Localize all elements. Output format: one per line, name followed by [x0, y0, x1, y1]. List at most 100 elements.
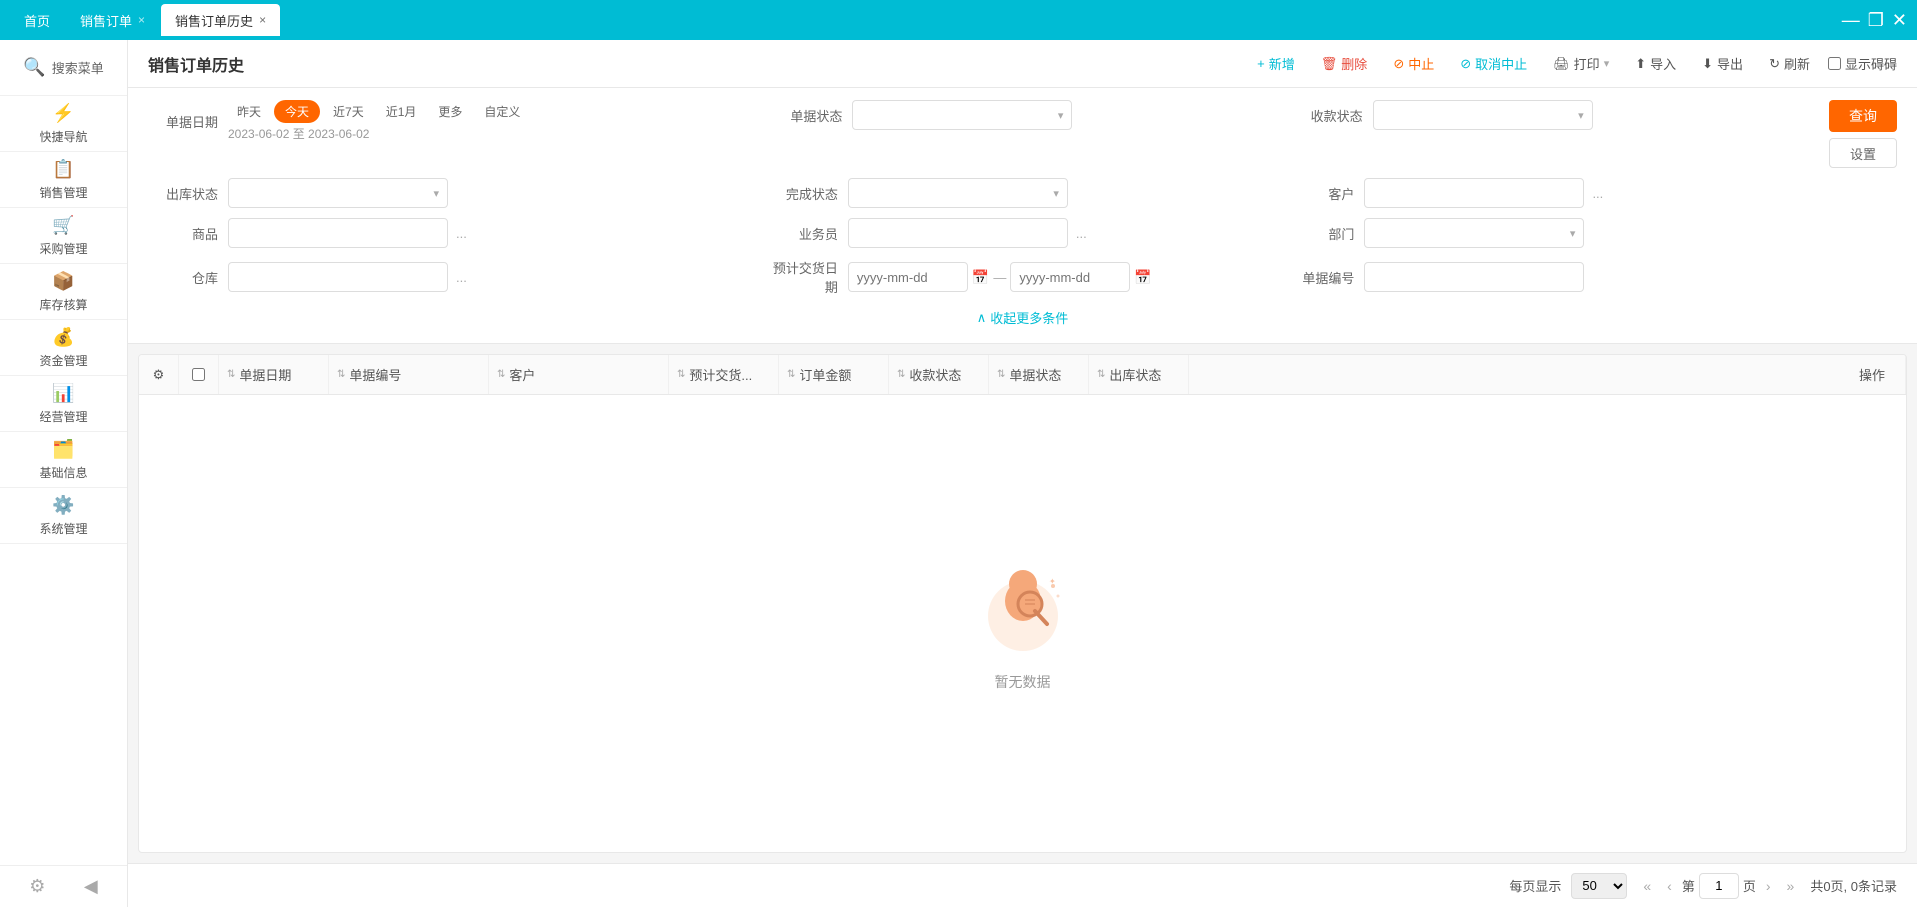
delete-button[interactable]: 🗑 删除 — [1313, 50, 1376, 77]
th-sort-order-icon[interactable]: ⇅ — [337, 369, 345, 380]
date-range-buttons: 昨天 今天 近7天 近1月 更多 自定义 — [228, 100, 529, 123]
th-amount: ⇅ 订单金额 — [779, 355, 889, 394]
order-no-input[interactable] — [1364, 262, 1584, 292]
date-yesterday-btn[interactable]: 昨天 — [228, 100, 270, 123]
sidebar-label-finance: 资金管理 — [39, 352, 87, 369]
date-label: 单据日期 — [148, 112, 228, 131]
date-range-display: 2023-06-02 至 2023-06-02 — [228, 125, 537, 142]
th-sort-date-icon[interactable]: ⇅ — [227, 369, 235, 380]
sidebar-label-inventory: 库存核算 — [39, 296, 87, 313]
main-layout: 🔍 搜索菜单 ⚡快捷导航📋销售管理🛒采购管理📦库存核算💰资金管理📊经营管理🗂️基… — [0, 40, 1917, 907]
sidebar-item-search[interactable]: 🔍 搜索菜单 — [0, 40, 127, 96]
th-stock-status: ⇅ 出库状态 — [1089, 355, 1189, 394]
th-action: 操作 — [1189, 355, 1906, 394]
tab-1[interactable]: 销售订单× — [66, 4, 159, 36]
product-more-btn[interactable]: ... — [456, 226, 467, 241]
product-select[interactable] — [228, 218, 448, 248]
delivery-date-range: 📅 — 📅 — [848, 262, 1152, 292]
import-icon: ⬆ — [1635, 56, 1646, 72]
new-button[interactable]: + 新增 — [1249, 50, 1303, 77]
delivery-date-from-input[interactable] — [848, 262, 968, 292]
settings-gear-icon[interactable]: ⚙ — [153, 367, 165, 383]
window-controls: — ❐ ✕ — [1842, 11, 1907, 29]
th-settings[interactable]: ⚙ — [139, 355, 179, 394]
th-sort-pay-icon[interactable]: ⇅ — [897, 369, 905, 380]
date-7days-btn[interactable]: 近7天 — [324, 100, 373, 123]
collapse-row: ∧ 收起更多条件 — [148, 304, 1897, 331]
th-order-no: ⇅ 单据编号 — [329, 355, 489, 394]
sidebar-item-system[interactable]: ⚙️系统管理 — [0, 488, 127, 544]
th-sort-stock-icon[interactable]: ⇅ — [1097, 369, 1105, 380]
department-label: 部门 — [1284, 224, 1364, 243]
warehouse-select[interactable] — [228, 262, 448, 292]
table-header: ⚙ ⇅ 单据日期 ⇅ 单据编号 ⇅ 客户 ⇅ — [139, 355, 1906, 395]
th-sort-customer-icon[interactable]: ⇅ — [497, 369, 505, 380]
customer-more-btn[interactable]: ... — [1592, 186, 1603, 201]
tab-close-2[interactable]: × — [259, 13, 266, 27]
refresh-button[interactable]: ↻ 刷新 — [1761, 50, 1818, 77]
tab-close-1[interactable]: × — [138, 13, 145, 27]
next-page-btn[interactable]: › — [1760, 876, 1777, 896]
th-sort-amount-icon[interactable]: ⇅ — [787, 369, 795, 380]
sidebar-item-quick-nav[interactable]: ⚡快捷导航 — [0, 96, 127, 152]
page-number-input[interactable] — [1699, 873, 1739, 899]
sidebar-item-inventory[interactable]: 📦库存核算 — [0, 264, 127, 320]
tab-2[interactable]: 销售订单历史× — [161, 4, 280, 36]
date-today-btn[interactable]: 今天 — [274, 100, 320, 123]
order-no-label: 单据编号 — [1284, 268, 1364, 287]
last-page-btn[interactable]: » — [1781, 876, 1801, 896]
svg-text:✦: ✦ — [1049, 577, 1056, 586]
query-button[interactable]: 查询 — [1829, 100, 1897, 132]
customer-label: 客户 — [1284, 184, 1364, 203]
search-icon: 🔍 — [23, 57, 45, 78]
first-page-btn[interactable]: « — [1637, 876, 1657, 896]
minimize-icon[interactable]: — — [1842, 11, 1860, 29]
date-more-btn[interactable]: 更多 — [429, 100, 471, 123]
import-button[interactable]: ⬆ 导入 — [1627, 50, 1684, 77]
payment-status-select[interactable]: ▾ — [1373, 100, 1593, 130]
th-sort-order-status-icon[interactable]: ⇅ — [997, 369, 1005, 380]
cancel-stop-button[interactable]: ⊘ 取消中止 — [1452, 50, 1535, 77]
complete-status-select[interactable]: ▾ — [848, 178, 1068, 208]
stock-out-select[interactable]: ▾ — [228, 178, 448, 208]
export-button[interactable]: ⬇ 导出 — [1694, 50, 1751, 77]
delivery-date-label: 预计交货日期 — [768, 258, 848, 296]
order-status-select[interactable]: ▾ — [852, 100, 1072, 130]
salesperson-select[interactable] — [848, 218, 1068, 248]
sidebar-item-purchase[interactable]: 🛒采购管理 — [0, 208, 127, 264]
th-checkbox[interactable] — [179, 355, 219, 394]
sidebar-item-basic[interactable]: 🗂️基础信息 — [0, 432, 127, 488]
department-select[interactable]: ▾ — [1364, 218, 1584, 248]
stop-button[interactable]: ⊘ 中止 — [1385, 50, 1442, 77]
delivery-to-calendar-icon[interactable]: 📅 — [1134, 269, 1151, 286]
date-1month-btn[interactable]: 近1月 — [377, 100, 426, 123]
date-custom-btn[interactable]: 自定义 — [475, 100, 529, 123]
settings-button[interactable]: 设置 — [1829, 138, 1897, 168]
customer-select[interactable] — [1364, 178, 1584, 208]
restore-icon[interactable]: ❐ — [1868, 11, 1884, 29]
salesperson-more-btn[interactable]: ... — [1076, 226, 1087, 241]
prev-page-btn[interactable]: ‹ — [1661, 876, 1678, 896]
th-sort-delivery-icon[interactable]: ⇅ — [677, 369, 685, 380]
tab-0[interactable]: 首页 — [10, 4, 64, 36]
delivery-from-calendar-icon[interactable]: 📅 — [972, 269, 989, 286]
select-all-checkbox[interactable] — [192, 368, 205, 381]
sidebar: 🔍 搜索菜单 ⚡快捷导航📋销售管理🛒采购管理📦库存核算💰资金管理📊经营管理🗂️基… — [0, 40, 128, 907]
th-customer: ⇅ 客户 — [489, 355, 669, 394]
delivery-date-to-input[interactable] — [1010, 262, 1130, 292]
warehouse-label: 仓库 — [148, 268, 228, 287]
display-cols-checkbox[interactable] — [1828, 57, 1841, 70]
collapse-label: 收起更多条件 — [990, 308, 1068, 327]
warehouse-more-btn[interactable]: ... — [456, 270, 467, 285]
per-page-select[interactable]: 50 100 200 — [1571, 873, 1627, 899]
sidebar-item-operations[interactable]: 📊经营管理 — [0, 376, 127, 432]
print-button[interactable]: 🖨 打印 ▾ — [1545, 50, 1617, 77]
th-date: ⇅ 单据日期 — [219, 355, 329, 394]
close-icon[interactable]: ✕ — [1892, 11, 1907, 29]
sidebar-item-sales[interactable]: 📋销售管理 — [0, 152, 127, 208]
sidebar-item-finance[interactable]: 💰资金管理 — [0, 320, 127, 376]
collapse-button[interactable]: ∧ 收起更多条件 — [977, 308, 1069, 327]
sidebar-settings-icon[interactable]: ⚙ — [29, 876, 45, 897]
sidebar-collapse-icon[interactable]: ◀ — [84, 876, 98, 897]
display-cols-toggle[interactable]: 显示碍碍 — [1828, 54, 1897, 73]
